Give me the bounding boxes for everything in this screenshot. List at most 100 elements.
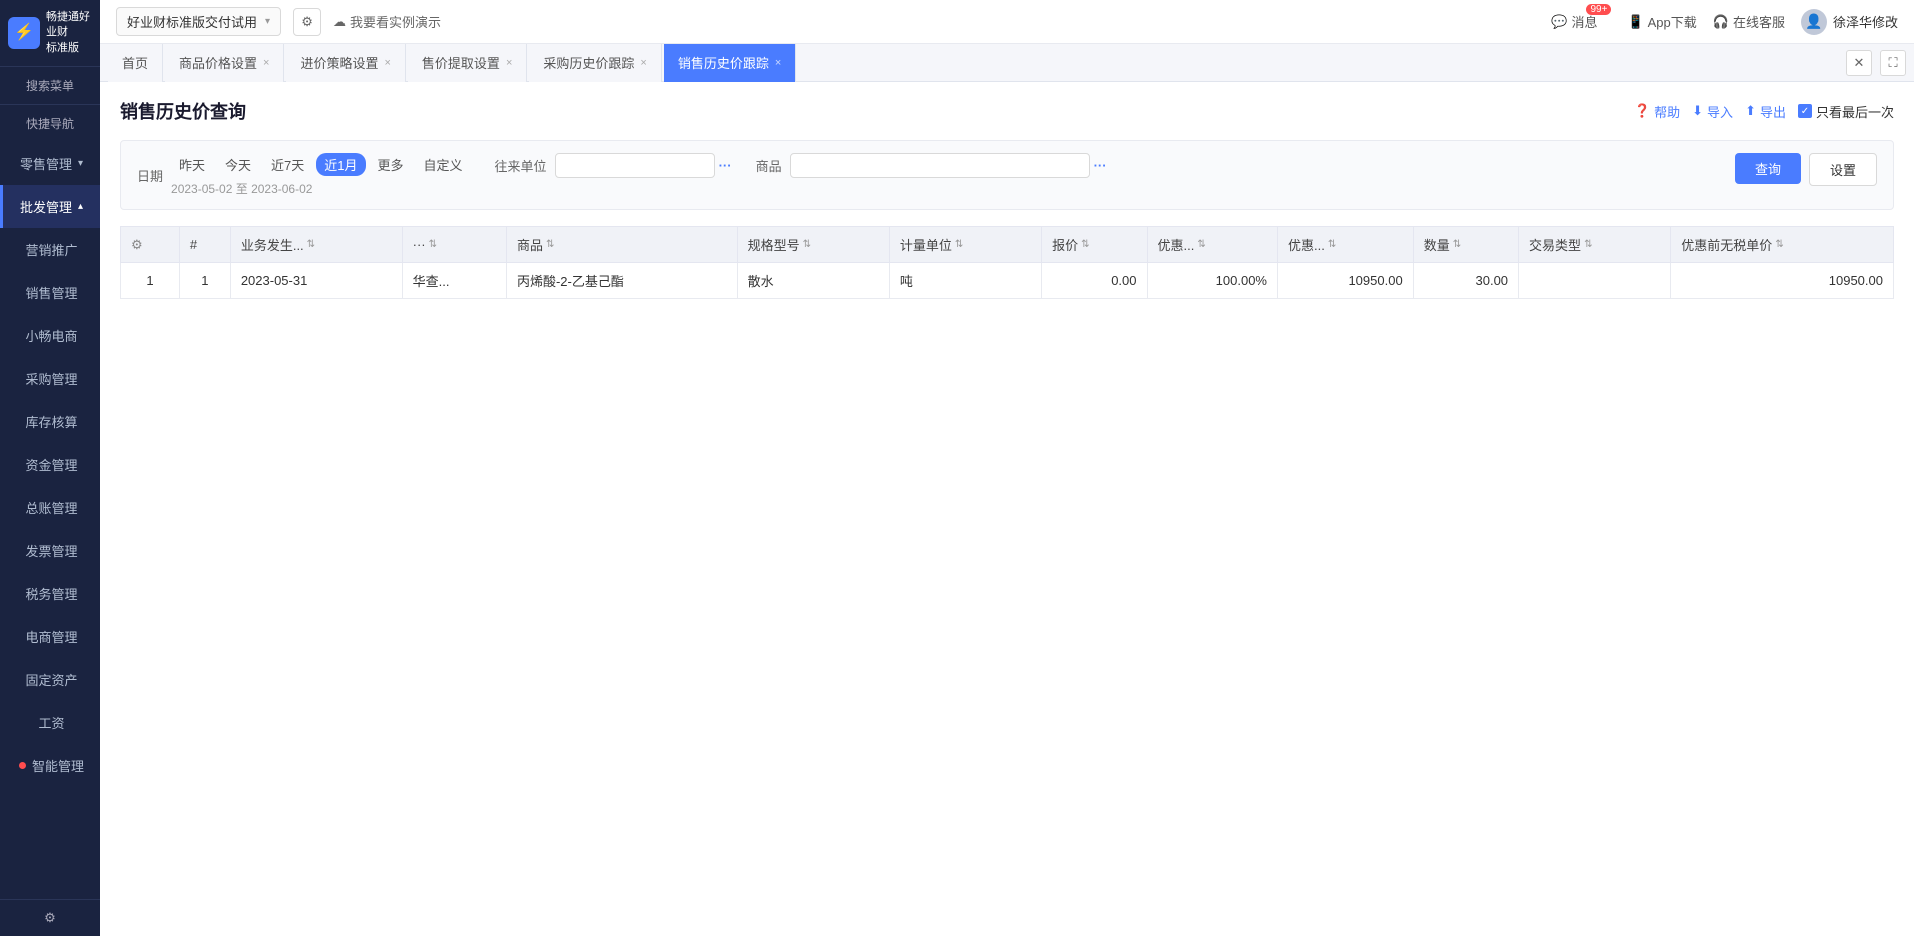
app-settings-button[interactable]: ⚙ [293,8,321,36]
service-icon: 🎧 [1713,14,1729,30]
sidebar-item-payroll[interactable]: 工资 [0,701,100,744]
th-discount2[interactable]: 优惠... ⇅ [1277,227,1413,263]
sidebar-settings[interactable]: ⚙ [0,899,100,936]
cell-rownum: 1 [121,263,180,299]
sidebar-item-marketing[interactable]: 营销推广 [0,228,100,271]
tab-home[interactable]: 首页 [108,44,163,82]
date-more[interactable]: 更多 [370,153,412,176]
sort-more[interactable]: ··· ⇅ [413,237,437,252]
sidebar-item-inventory[interactable]: 库存核算 [0,400,100,443]
app-download-button[interactable]: 📱 App下载 [1627,12,1696,31]
tab-close-price-extract[interactable]: × [506,57,512,69]
tab-close-sales-history[interactable]: × [775,57,781,69]
tab-price-extract[interactable]: 售价提取设置 × [408,44,527,82]
tab-close-purchase-history[interactable]: × [640,57,646,69]
online-service-button[interactable]: 🎧 在线客服 [1713,12,1785,31]
table-header: ⚙ # 业务发生... ⇅ ··· ⇅ [121,227,1894,263]
export-icon: ⬆ [1745,103,1756,119]
th-product[interactable]: 商品 ⇅ [506,227,737,263]
sort-pretax-price[interactable]: 优惠前无税单价 ⇅ [1681,235,1783,254]
sort-price[interactable]: 报价 ⇅ [1052,235,1089,254]
date-today[interactable]: 今天 [217,153,259,176]
messages-badge: 99+ [1586,4,1611,15]
settings-button[interactable]: 设置 [1809,153,1877,186]
tab-purchase-strategy[interactable]: 进价策略设置 × [286,44,405,82]
messages-button[interactable]: 💬 消息 99+ [1551,12,1597,31]
page-title-bar: 销售历史价查询 ❓ 帮助 ⬇ 导入 ⬆ 导出 ✓ 只看最后一次 [120,98,1894,124]
help-button[interactable]: ❓ 帮助 [1634,102,1680,121]
sidebar: ⚡ 畅捷通好业财 标准版 搜索菜单 快捷导航 零售管理▾ 批发管理▴ 营销推广 … [0,0,100,936]
sort-arrows-price: ⇅ [1081,239,1089,250]
sidebar-logo: ⚡ 畅捷通好业财 标准版 [0,0,100,67]
th-unit[interactable]: 计量单位 ⇅ [889,227,1041,263]
user-info[interactable]: 👤 徐泽华修改 [1801,9,1898,35]
sort-discount2[interactable]: 优惠... ⇅ [1288,235,1336,254]
import-button[interactable]: ⬇ 导入 [1692,102,1733,121]
sidebar-item-wholesale[interactable]: 批发管理▴ [0,185,100,228]
source-more-btn[interactable]: ··· [719,158,732,173]
tab-sales-history[interactable]: 销售历史价跟踪 × [664,44,796,82]
only-last-checkbox[interactable]: ✓ [1798,104,1812,118]
page-content: 销售历史价查询 ❓ 帮助 ⬇ 导入 ⬆ 导出 ✓ 只看最后一次 [100,82,1914,936]
th-discount1[interactable]: 优惠... ⇅ [1147,227,1277,263]
data-table: ⚙ # 业务发生... ⇅ ··· ⇅ [120,226,1894,299]
th-gear[interactable]: ⚙ [121,227,180,263]
sort-arrows-discount1: ⇅ [1197,239,1205,250]
date-last1month[interactable]: 近1月 [316,153,365,176]
sort-spec[interactable]: 规格型号 ⇅ [748,235,811,254]
product-input[interactable] [790,153,1090,178]
tab-close-window[interactable]: ✕ [1846,50,1872,76]
app-selector[interactable]: 好业财标准版交付试用 ▾ [116,7,281,36]
th-trans-type[interactable]: 交易类型 ⇅ [1519,227,1671,263]
gear-icon[interactable]: ⚙ [131,237,143,252]
sidebar-search[interactable]: 搜索菜单 [0,67,100,105]
only-last-checkbox-label[interactable]: ✓ 只看最后一次 [1798,102,1894,121]
tab-product-price[interactable]: 商品价格设置 × [165,44,284,82]
tab-close-purchase-strategy[interactable]: × [384,57,390,69]
sort-product[interactable]: 商品 ⇅ [517,235,554,254]
product-more-btn[interactable]: ··· [1094,158,1107,173]
tab-bar: 首页 商品价格设置 × 进价策略设置 × 售价提取设置 × 采购历史价跟踪 × … [100,44,1914,82]
sidebar-item-assets[interactable]: 固定资产 [0,658,100,701]
sidebar-item-smart[interactable]: 智能管理 [0,744,100,787]
date-yesterday[interactable]: 昨天 [171,153,213,176]
th-price[interactable]: 报价 ⇅ [1042,227,1147,263]
sort-arrows-quantity: ⇅ [1453,239,1461,250]
demo-icon: ☁ [333,14,346,30]
cell-discount1: 100.00% [1147,263,1277,299]
table-row[interactable]: 1 1 2023-05-31 华查... 丙烯酸-2-乙基己酯 散水 吨 0.0… [121,263,1894,299]
demo-link[interactable]: ☁ 我要看实例演示 [333,12,441,31]
th-pretax-price[interactable]: 优惠前无税单价 ⇅ [1671,227,1894,263]
app-name: 好业财标准版交付试用 [127,12,257,31]
sidebar-item-sales[interactable]: 销售管理 [0,271,100,314]
sort-trans-type[interactable]: 交易类型 ⇅ [1529,235,1592,254]
sidebar-shortcut[interactable]: 快捷导航 [0,105,100,142]
sort-arrows-product: ⇅ [546,239,554,250]
sort-quantity[interactable]: 数量 ⇅ [1424,235,1461,254]
sort-discount1[interactable]: 优惠... ⇅ [1158,235,1206,254]
sidebar-item-finance[interactable]: 资金管理 [0,443,100,486]
sidebar-item-invoice[interactable]: 发票管理 [0,529,100,572]
query-button[interactable]: 查询 [1735,153,1801,184]
sidebar-item-ecommerce[interactable]: 电商管理 [0,615,100,658]
th-spec[interactable]: 规格型号 ⇅ [737,227,889,263]
export-button[interactable]: ⬆ 导出 [1745,102,1786,121]
sidebar-item-tax[interactable]: 税务管理 [0,572,100,615]
sidebar-item-ledger[interactable]: 总账管理 [0,486,100,529]
tab-maximize[interactable]: ⛶ [1880,50,1906,76]
tab-close-product-price[interactable]: × [263,57,269,69]
sort-arrows-trans-type: ⇅ [1584,239,1592,250]
sort-unit[interactable]: 计量单位 ⇅ [900,235,963,254]
th-date[interactable]: 业务发生... ⇅ [230,227,402,263]
sort-date[interactable]: 业务发生... ⇅ [241,235,315,254]
download-icon: 📱 [1627,14,1643,30]
sidebar-item-ecommerce-small[interactable]: 小畅电商 [0,314,100,357]
tab-purchase-history[interactable]: 采购历史价跟踪 × [529,44,661,82]
source-input[interactable] [555,153,715,178]
th-quantity[interactable]: 数量 ⇅ [1413,227,1518,263]
date-last7[interactable]: 近7天 [263,153,312,176]
sidebar-item-retail[interactable]: 零售管理▾ [0,142,100,185]
date-custom[interactable]: 自定义 [416,153,471,176]
sidebar-item-purchase[interactable]: 采购管理 [0,357,100,400]
th-more[interactable]: ··· ⇅ [402,227,506,263]
